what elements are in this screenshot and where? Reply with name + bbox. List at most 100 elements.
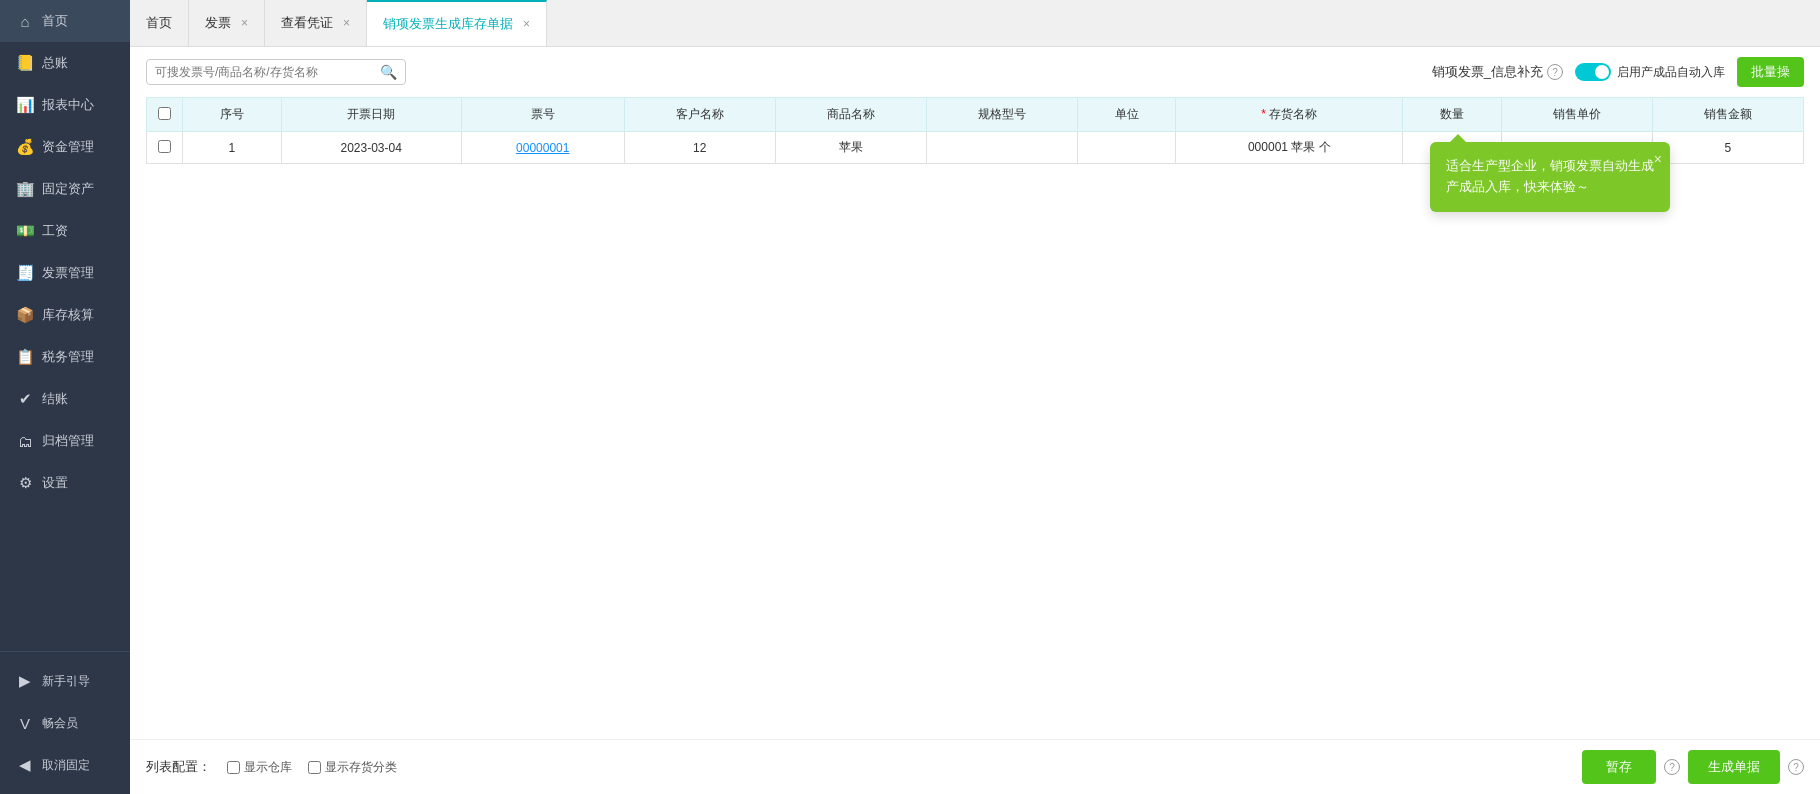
row-amount: 5: [1652, 132, 1803, 164]
tab-invoice-close[interactable]: ×: [241, 16, 248, 30]
sidebar-item-archive[interactable]: 🗂 归档管理: [0, 420, 130, 462]
sidebar-item-label: 畅会员: [42, 715, 78, 732]
sidebar-item-home[interactable]: ⌂ 首页: [0, 0, 130, 42]
tab-view-voucher-close[interactable]: ×: [343, 16, 350, 30]
toggle-label: 启用产成品自动入库: [1617, 64, 1725, 81]
sidebar-item-label: 报表中心: [42, 96, 94, 114]
sidebar-item-label: 税务管理: [42, 348, 94, 366]
archive-icon: 🗂: [16, 432, 34, 450]
home-icon: ⌂: [16, 12, 34, 30]
row-ticket-no[interactable]: 00000001: [461, 132, 624, 164]
show-category-label: 显示存货分类: [325, 759, 397, 776]
th-date: 开票日期: [281, 98, 461, 132]
sidebar-item-general-ledger[interactable]: 📒 总账: [0, 42, 130, 84]
tooltip-text: 适合生产型企业，销项发票自动生成产成品入库，快来体验～: [1446, 158, 1654, 194]
funds-icon: 💰: [16, 138, 34, 156]
sidebar-item-label: 结账: [42, 390, 68, 408]
sidebar-item-vip[interactable]: V 畅会员: [0, 702, 130, 744]
sidebar-item-label: 工资: [42, 222, 68, 240]
sidebar-item-label: 资金管理: [42, 138, 94, 156]
search-input[interactable]: [155, 65, 380, 79]
invoice-icon: 🧾: [16, 264, 34, 282]
th-spec: 规格型号: [926, 98, 1077, 132]
checkout-icon: ✔: [16, 390, 34, 408]
th-ticket-no: 票号: [461, 98, 624, 132]
row-seq: 1: [183, 132, 282, 164]
tab-home[interactable]: 首页: [130, 0, 189, 46]
batch-operation-button[interactable]: 批量操: [1737, 57, 1804, 87]
save-button[interactable]: 暂存: [1582, 750, 1656, 784]
sidebar-item-new-guide[interactable]: ▶ 新手引导: [0, 660, 130, 702]
sidebar-item-settings[interactable]: ⚙ 设置: [0, 462, 130, 504]
show-warehouse-checkbox-label[interactable]: 显示仓库: [227, 759, 292, 776]
row-spec: [926, 132, 1077, 164]
list-config-label: 列表配置：: [146, 758, 211, 776]
sidebar-item-label: 首页: [42, 12, 68, 30]
show-category-checkbox[interactable]: [308, 761, 321, 774]
row-customer: 12: [624, 132, 775, 164]
inventory-icon: 📦: [16, 306, 34, 324]
auto-stock-toggle[interactable]: [1575, 63, 1611, 81]
row-unit: [1077, 132, 1176, 164]
select-all-checkbox[interactable]: [158, 107, 171, 120]
bottom-actions: 暂存 ? 生成单据 ?: [1582, 750, 1804, 784]
search-box[interactable]: 🔍: [146, 59, 406, 85]
sidebar-bottom: ▶ 新手引导 V 畅会员 ◀ 取消固定: [0, 651, 130, 794]
show-warehouse-checkbox[interactable]: [227, 761, 240, 774]
sidebar: ⌂ 首页 📒 总账 📊 报表中心 💰 资金管理 🏢 固定资产 💵 工资 🧾 发票…: [0, 0, 130, 794]
sidebar-item-label: 固定资产: [42, 180, 94, 198]
toolbar-right: 销项发票_信息补充 ? 启用产成品自动入库 批量操: [1432, 57, 1804, 87]
th-qty: 数量: [1403, 98, 1502, 132]
sidebar-item-unpin[interactable]: ◀ 取消固定: [0, 744, 130, 786]
th-product-name: 商品名称: [775, 98, 926, 132]
sidebar-item-funds[interactable]: 💰 资金管理: [0, 126, 130, 168]
tab-generate-inventory-label: 销项发票生成库存单据: [383, 15, 513, 33]
generate-button[interactable]: 生成单据: [1688, 750, 1780, 784]
tab-bar: 首页 发票 × 查看凭证 × 销项发票生成库存单据 ×: [130, 0, 1820, 47]
tab-view-voucher-label: 查看凭证: [281, 14, 333, 32]
payroll-icon: 💵: [16, 222, 34, 240]
main-area: 首页 发票 × 查看凭证 × 销项发票生成库存单据 × 🔍 销项发票_信息补充: [130, 0, 1820, 794]
tab-generate-inventory[interactable]: 销项发票生成库存单据 ×: [367, 0, 547, 46]
info-label-text: 销项发票_信息补充: [1432, 63, 1543, 81]
search-icon: 🔍: [380, 64, 397, 80]
bottom-bar: 列表配置： 显示仓库 显示存货分类 暂存 ? 生成单据 ?: [130, 739, 1820, 794]
info-help-icon[interactable]: ?: [1547, 64, 1563, 80]
info-label: 销项发票_信息补充 ?: [1432, 63, 1563, 81]
row-checkbox[interactable]: [158, 140, 171, 153]
sidebar-item-label: 新手引导: [42, 673, 90, 690]
guide-icon: ▶: [16, 672, 34, 690]
tooltip-close-button[interactable]: ×: [1654, 148, 1662, 170]
generate-help-icon[interactable]: ?: [1788, 759, 1804, 775]
tab-home-label: 首页: [146, 14, 172, 32]
sidebar-item-fixed-assets[interactable]: 🏢 固定资产: [0, 168, 130, 210]
show-category-checkbox-label[interactable]: 显示存货分类: [308, 759, 397, 776]
sidebar-item-payroll[interactable]: 💵 工资: [0, 210, 130, 252]
sidebar-item-reports[interactable]: 📊 报表中心: [0, 84, 130, 126]
sidebar-item-label: 归档管理: [42, 432, 94, 450]
tab-view-voucher[interactable]: 查看凭证 ×: [265, 0, 367, 46]
sidebar-item-label: 库存核算: [42, 306, 94, 324]
content-area: 🔍 销项发票_信息补充 ? 启用产成品自动入库 批量操: [130, 47, 1820, 794]
tooltip-popup: × 适合生产型企业，销项发票自动生成产成品入库，快来体验～: [1430, 142, 1670, 212]
sidebar-item-tax-mgmt[interactable]: 📋 税务管理: [0, 336, 130, 378]
th-unit-price: 销售单价: [1501, 98, 1652, 132]
th-checkbox: [147, 98, 183, 132]
tab-invoice[interactable]: 发票 ×: [189, 0, 265, 46]
tax-icon: 📋: [16, 348, 34, 366]
sidebar-item-inventory[interactable]: 📦 库存核算: [0, 294, 130, 336]
th-customer: 客户名称: [624, 98, 775, 132]
row-product-name: 苹果: [775, 132, 926, 164]
tab-generate-inventory-close[interactable]: ×: [523, 17, 530, 31]
th-amount: 销售金额: [1652, 98, 1803, 132]
sidebar-item-checkout[interactable]: ✔ 结账: [0, 378, 130, 420]
sidebar-item-invoice-mgmt[interactable]: 🧾 发票管理: [0, 252, 130, 294]
toolbar: 🔍 销项发票_信息补充 ? 启用产成品自动入库 批量操: [130, 47, 1820, 97]
sidebar-item-label: 取消固定: [42, 757, 90, 774]
sidebar-item-label: 设置: [42, 474, 68, 492]
unpin-icon: ◀: [16, 756, 34, 774]
save-help-icon[interactable]: ?: [1664, 759, 1680, 775]
tab-invoice-label: 发票: [205, 14, 231, 32]
sidebar-item-label: 总账: [42, 54, 68, 72]
th-seq: 序号: [183, 98, 282, 132]
